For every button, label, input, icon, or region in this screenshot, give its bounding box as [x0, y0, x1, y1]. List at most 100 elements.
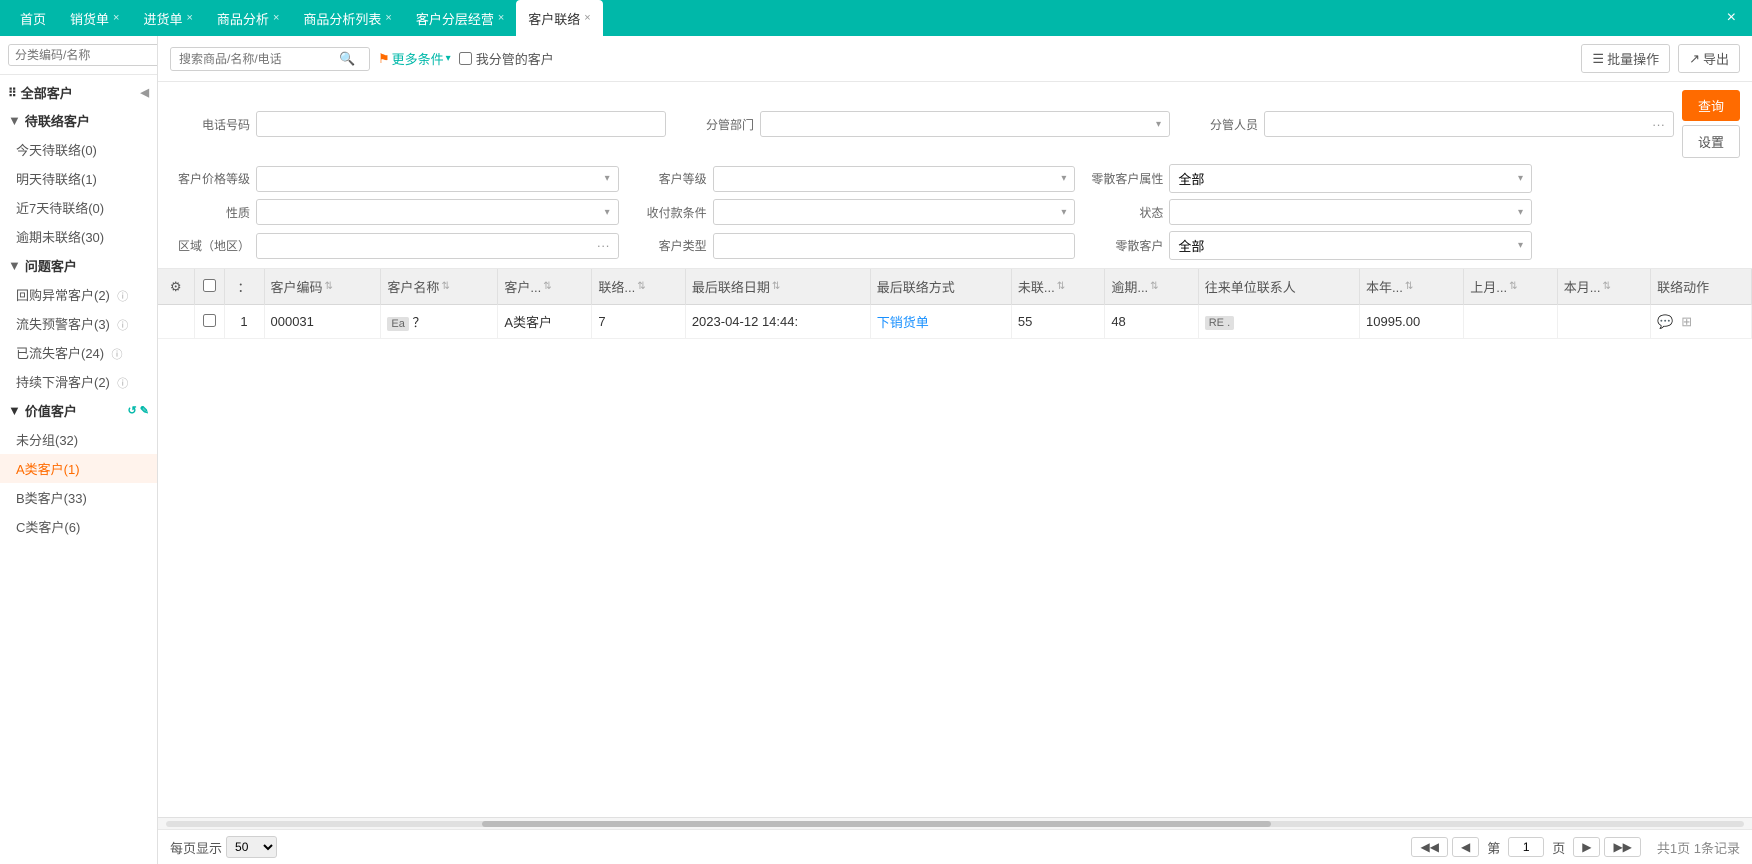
nature-select[interactable]: ▾ [256, 199, 619, 225]
sidebar-item-ungrouped[interactable]: 未分组(32) [0, 425, 157, 454]
last-method-link[interactable]: 下销货单 [877, 315, 929, 330]
col-overdue[interactable]: 逾期... ⇅ [1105, 269, 1198, 305]
status-select[interactable]: ▾ [1169, 199, 1532, 225]
cell-contact-count: 7 [592, 305, 685, 339]
sort-icon-code: ⇅ [325, 281, 333, 292]
cell-last-method: 下销货单 [870, 305, 1011, 339]
row-checkbox[interactable] [203, 314, 216, 327]
region-input[interactable]: ··· [256, 233, 619, 259]
field-dept: 分管部门 ▾ [674, 111, 1170, 137]
page-input[interactable] [1508, 837, 1544, 857]
nav-purchase[interactable]: 进货单 × [131, 0, 204, 36]
my-customers-checkbox[interactable]: 我分管的客户 [459, 49, 554, 68]
col-contact-count[interactable]: 联络... ⇅ [592, 269, 685, 305]
my-customers-check[interactable] [459, 52, 472, 65]
customer-level-select[interactable]: ▾ [713, 166, 1076, 192]
col-level[interactable]: 客户... ⇅ [498, 269, 592, 305]
sidebar-item-today[interactable]: 今天待联络(0) [0, 135, 157, 164]
name-tag: Ea [387, 317, 408, 331]
sidebar-all-customers[interactable]: ⠿ 全部客户 ◀ [0, 75, 157, 106]
nav-product-analysis[interactable]: 商品分析 × [205, 0, 291, 36]
price-level-select[interactable]: ▾ [256, 166, 619, 192]
pagination: ◀◀ ◀ 第 页 ▶ ▶▶ 共1页 1条记录 [1411, 837, 1740, 857]
nav-customer-segment[interactable]: 客户分层经营 × [404, 0, 516, 36]
nav-customer-segment-close[interactable]: × [498, 12, 504, 24]
nav-customer-contact-close[interactable]: × [584, 12, 590, 24]
customer-level-label: 客户等级 [627, 170, 707, 187]
prev-page-btn[interactable]: ◀ [1452, 837, 1479, 857]
filter-search-icon[interactable]: 🔍 [339, 51, 355, 67]
sidebar-item-class-c[interactable]: C类客户(6) [0, 512, 157, 541]
sidebar-pending-section[interactable]: ▼ 待联络客户 [0, 106, 157, 135]
customer-type-input[interactable] [713, 233, 1076, 259]
payment-select[interactable]: ▾ [713, 199, 1076, 225]
field-phone: 电话号码 [170, 111, 666, 137]
select-all-checkbox[interactable] [203, 279, 216, 292]
batch-btn[interactable]: ☰ 批量操作 [1581, 44, 1670, 73]
table-area: ⚙ ： 客户编码 ⇅ [158, 269, 1752, 817]
field-customer-type: 客户类型 [627, 233, 1076, 259]
bottom-bar: 每页显示 10 20 50 100 ◀◀ ◀ 第 页 ▶ ▶▶ 共1页 1条记录 [158, 829, 1752, 864]
nav-customer-contact[interactable]: 客户联络 × [516, 0, 602, 36]
phone-input[interactable] [256, 111, 666, 137]
cell-code: 000031 [264, 305, 381, 339]
nav-sales-close[interactable]: × [113, 12, 119, 24]
sidebar-item-7days[interactable]: 近7天待联络(0) [0, 193, 157, 222]
cell-seq: 1 [224, 305, 264, 339]
dept-select[interactable]: ▾ [760, 111, 1170, 137]
data-table: ⚙ ： 客户编码 ⇅ [158, 269, 1752, 339]
status-label: 状态 [1083, 204, 1163, 221]
sidebar-item-class-a[interactable]: A类客户(1) [0, 454, 157, 483]
cell-overdue: 48 [1105, 305, 1198, 339]
sidebar-item-churned[interactable]: 已流失客户(24) ⓘ [0, 338, 157, 367]
nav-sales[interactable]: 销货单 × [58, 0, 131, 36]
manager-input[interactable]: ··· [1264, 111, 1674, 137]
filter-search-input[interactable] [179, 52, 339, 66]
nav-product-analysis-list-close[interactable]: × [385, 12, 391, 24]
sidebar-item-class-b[interactable]: B类客户(33) [0, 483, 157, 512]
last-page-btn[interactable]: ▶▶ [1604, 837, 1640, 857]
settings-btn[interactable]: 设置 [1682, 125, 1740, 158]
col-no-contact[interactable]: 未联... ⇅ [1011, 269, 1104, 305]
sidebar-problem-section[interactable]: ▼ 问题客户 [0, 251, 157, 280]
retail-attr-label: 零散客户属性 [1083, 170, 1163, 187]
sort-icon-nocontact: ⇅ [1057, 281, 1065, 292]
sidebar-item-abnormal[interactable]: 回购异常客户(2) ⓘ [0, 280, 157, 309]
query-btn[interactable]: 查询 [1682, 90, 1740, 121]
first-page-btn[interactable]: ◀◀ [1411, 837, 1447, 857]
col-last-month[interactable]: 上月... ⇅ [1464, 269, 1557, 305]
filter-more-btn[interactable]: ⚑ 更多条件 ▾ [378, 49, 451, 68]
sidebar-search-input[interactable] [8, 44, 158, 66]
sidebar-item-tomorrow[interactable]: 明天待联络(1) [0, 164, 157, 193]
nav-home[interactable]: 首页 [8, 0, 58, 36]
customer-type-label: 客户类型 [627, 237, 707, 254]
nav-close-all[interactable]: × [1719, 9, 1744, 27]
dept-label: 分管部门 [674, 116, 754, 133]
next-page-btn[interactable]: ▶ [1573, 837, 1600, 857]
col-last-method: 最后联络方式 [870, 269, 1011, 305]
sidebar-item-churn-warning[interactable]: 流失预警客户(3) ⓘ [0, 309, 157, 338]
retail-select[interactable]: 全部▾ [1169, 231, 1532, 260]
nav-purchase-close[interactable]: × [186, 12, 192, 24]
retail-attr-select[interactable]: 全部▾ [1169, 164, 1532, 193]
col-this-month[interactable]: 本月... ⇅ [1557, 269, 1650, 305]
sidebar-item-declining[interactable]: 持续下滑客户(2) ⓘ [0, 367, 157, 396]
action-comment-icon[interactable]: 💬 [1657, 314, 1673, 330]
page-size-select[interactable]: 10 20 50 100 [226, 836, 277, 858]
nav-product-analysis-list[interactable]: 商品分析列表 × [291, 0, 403, 36]
table-settings-icon[interactable]: ⚙ [170, 279, 182, 294]
col-code[interactable]: 客户编码 ⇅ [264, 269, 381, 305]
col-year-sales[interactable]: 本年... ⇅ [1360, 269, 1464, 305]
nav-product-analysis-close[interactable]: × [273, 12, 279, 24]
col-name[interactable]: 客户名称 ⇅ [381, 269, 498, 305]
sort-icon-contact: ⇅ [637, 281, 645, 292]
sidebar-value-section[interactable]: ▼ 价值客户 ↺ ✎ [0, 396, 157, 425]
export-btn[interactable]: ↗ 导出 [1678, 44, 1740, 73]
table-row: 1 000031 Ea ？ A类客户 7 2023-04-12 14:44: 下… [158, 305, 1752, 339]
scrollbar-thumb[interactable] [482, 821, 1271, 827]
region-label: 区域（地区） [170, 237, 250, 254]
sidebar-collapse-icon[interactable]: ◀ [141, 86, 149, 99]
col-last-date[interactable]: 最后联络日期 ⇅ [685, 269, 870, 305]
action-qr-icon[interactable]: ⊞ [1681, 314, 1692, 330]
sidebar-item-overdue[interactable]: 逾期未联络(30) [0, 222, 157, 251]
